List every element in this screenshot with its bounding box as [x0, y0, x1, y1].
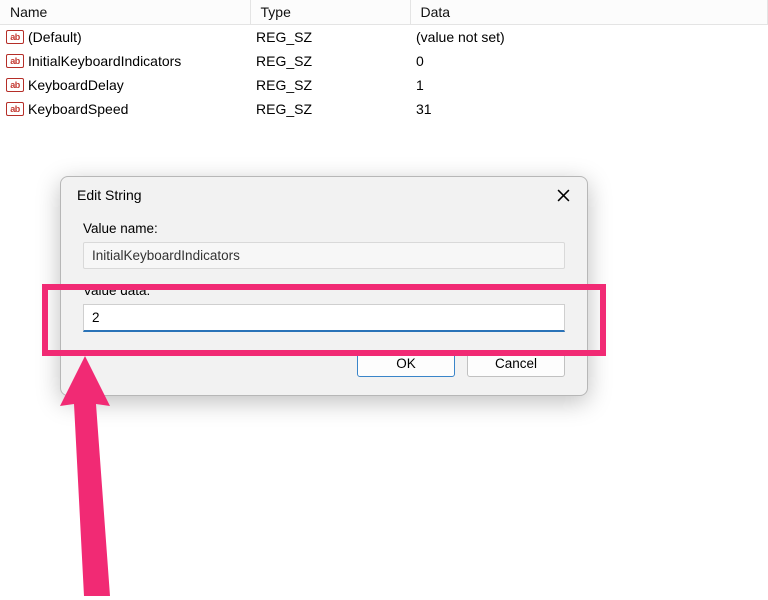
table-row[interactable]: ab KeyboardDelay REG_SZ 1: [0, 73, 768, 97]
value-data: (value not set): [410, 25, 768, 50]
value-data-input[interactable]: [83, 304, 565, 332]
table-row[interactable]: ab (Default) REG_SZ (value not set): [0, 25, 768, 50]
close-icon[interactable]: [553, 185, 573, 205]
cancel-button[interactable]: Cancel: [467, 350, 565, 377]
value-name: KeyboardSpeed: [28, 101, 128, 117]
value-name: KeyboardDelay: [28, 77, 124, 93]
value-data: 1: [410, 73, 768, 97]
string-icon: ab: [6, 102, 24, 116]
ok-button[interactable]: OK: [357, 350, 455, 377]
registry-values-table: Name Type Data ab (Default) REG_SZ (valu…: [0, 0, 768, 121]
value-data: 0: [410, 49, 768, 73]
table-row[interactable]: ab InitialKeyboardIndicators REG_SZ 0: [0, 49, 768, 73]
value-name: (Default): [28, 29, 82, 45]
value-type: REG_SZ: [250, 97, 410, 121]
value-name-field: InitialKeyboardIndicators: [83, 242, 565, 269]
value-type: REG_SZ: [250, 25, 410, 50]
value-data: 31: [410, 97, 768, 121]
value-name-label: Value name:: [83, 221, 565, 236]
table-row[interactable]: ab KeyboardSpeed REG_SZ 31: [0, 97, 768, 121]
col-header-data[interactable]: Data: [410, 0, 768, 25]
value-type: REG_SZ: [250, 49, 410, 73]
string-icon: ab: [6, 30, 24, 44]
string-icon: ab: [6, 54, 24, 68]
col-header-name[interactable]: Name: [0, 0, 250, 25]
value-type: REG_SZ: [250, 73, 410, 97]
value-name: InitialKeyboardIndicators: [28, 53, 181, 69]
dialog-title: Edit String: [77, 187, 142, 203]
value-data-label: Value data:: [83, 283, 565, 298]
col-header-type[interactable]: Type: [250, 0, 410, 25]
edit-string-dialog: Edit String Value name: InitialKeyboardI…: [60, 176, 588, 396]
string-icon: ab: [6, 78, 24, 92]
